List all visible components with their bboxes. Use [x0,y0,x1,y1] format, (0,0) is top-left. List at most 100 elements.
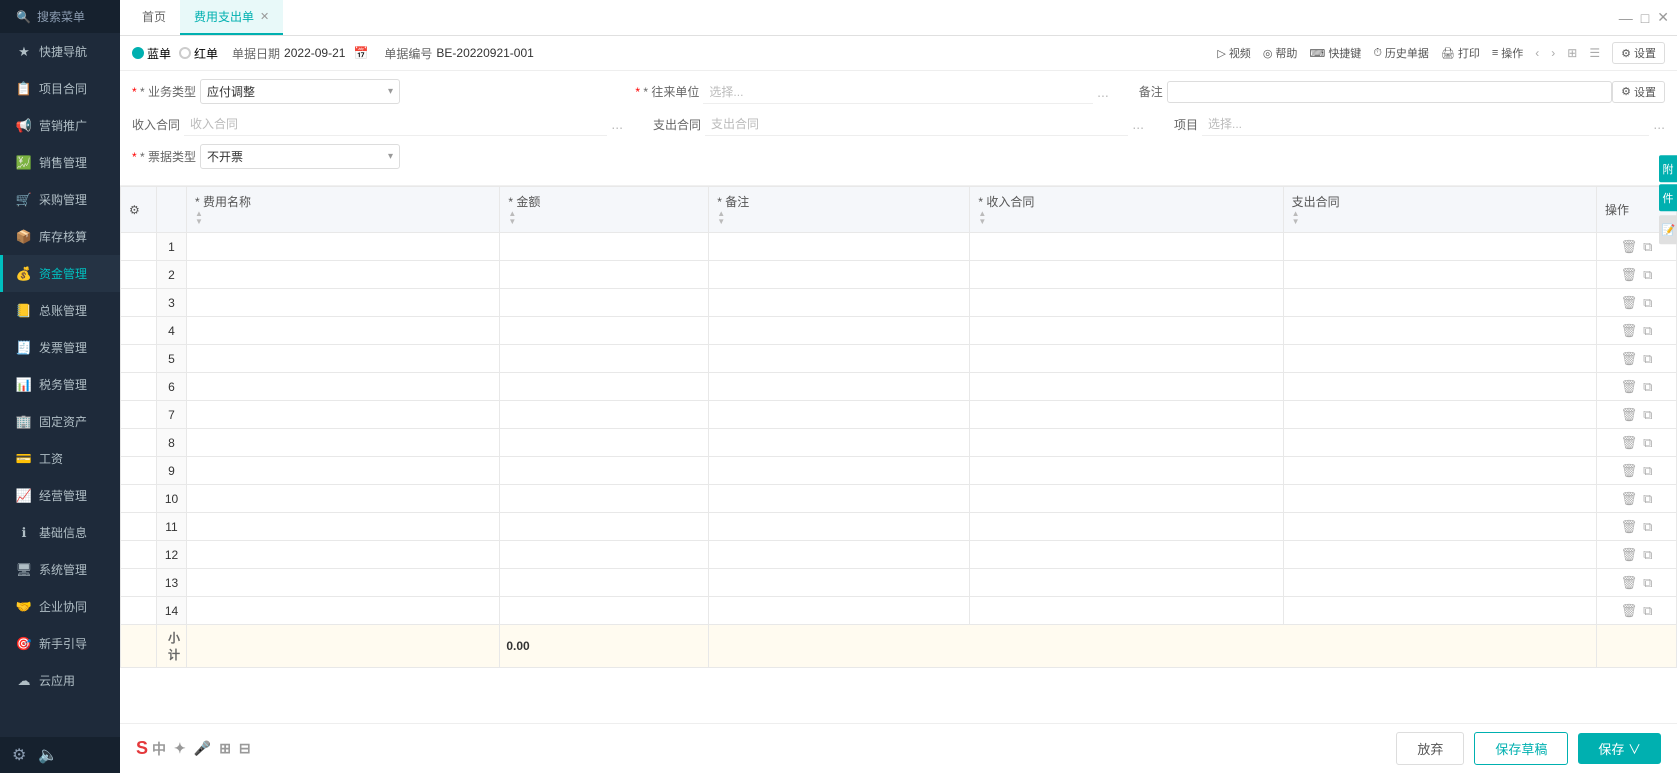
col-header-income[interactable]: * 收入合同 ▲▼ [970,187,1283,233]
row-delete-icon-5[interactable]: 🗑 [1621,351,1638,367]
biz-type-select[interactable]: 应付调整 ▾ [200,79,400,104]
col-header-settings[interactable]: ⚙ [121,187,157,233]
row-copy-icon-8[interactable]: ⧉ [1643,435,1652,451]
partner-input[interactable]: 选择... [703,80,1093,104]
sidebar-item-cloud-app[interactable]: ☁ 云应用 [0,662,120,699]
row-expense-7[interactable] [1283,401,1596,429]
row-expense-12[interactable] [1283,541,1596,569]
col-income-sort[interactable]: ▲▼ [978,210,1274,226]
row-name-4[interactable] [187,317,500,345]
row-copy-icon-1[interactable]: ⧉ [1643,239,1652,255]
row-copy-icon-3[interactable]: ⧉ [1643,295,1652,311]
row-income-12[interactable] [970,541,1283,569]
sidebar-item-tax[interactable]: 📊 税务管理 [0,366,120,403]
row-copy-icon-12[interactable]: ⧉ [1643,547,1652,563]
row-name-10[interactable] [187,485,500,513]
print-btn[interactable]: 🖨 打印 [1441,45,1480,61]
row-note-12[interactable] [709,541,970,569]
sidebar-item-operations[interactable]: 📈 经营管理 [0,477,120,514]
sidebar-item-enterprise[interactable]: 🤝 企业协同 [0,588,120,625]
settings-icon[interactable]: ⚙ [12,745,26,765]
logo-icon-1[interactable]: 中 [152,739,166,759]
row-delete-icon-8[interactable]: 🗑 [1621,435,1638,451]
list-view-icon[interactable]: ☰ [1589,46,1600,60]
row-delete-icon-2[interactable]: 🗑 [1621,267,1638,283]
sidebar-item-sales[interactable]: 💹 销售管理 [0,144,120,181]
row-copy-icon-2[interactable]: ⧉ [1643,267,1652,283]
col-name-sort[interactable]: ▲▼ [195,210,491,226]
row-copy-icon-9[interactable]: ⧉ [1643,463,1652,479]
row-name-8[interactable] [187,429,500,457]
row-delete-icon-11[interactable]: 🗑 [1621,519,1638,535]
note-input[interactable] [1167,81,1612,103]
row-delete-icon-4[interactable]: 🗑 [1621,323,1638,339]
row-amount-8[interactable] [500,429,709,457]
sidebar-search[interactable]: 🔍 搜索菜单 [0,0,120,33]
row-income-10[interactable] [970,485,1283,513]
row-delete-icon-6[interactable]: 🗑 [1621,379,1638,395]
row-name-3[interactable] [187,289,500,317]
partner-dots[interactable]: ... [1097,84,1109,100]
col-header-amount[interactable]: * 金额 ▲▼ [500,187,709,233]
row-name-14[interactable] [187,597,500,625]
bill-type-select[interactable]: 不开票 ▾ [200,144,400,169]
col-header-name[interactable]: * 费用名称 ▲▼ [187,187,500,233]
row-expense-3[interactable] [1283,289,1596,317]
sidebar-item-payroll[interactable]: 💳 工资 [0,440,120,477]
row-expense-11[interactable] [1283,513,1596,541]
col-amount-sort[interactable]: ▲▼ [508,210,700,226]
row-income-13[interactable] [970,569,1283,597]
row-copy-icon-5[interactable]: ⧉ [1643,351,1652,367]
red-bill-radio[interactable]: 红单 [179,45,218,62]
calendar-icon[interactable]: 📅 [353,46,368,60]
row-note-11[interactable] [709,513,970,541]
row-income-14[interactable] [970,597,1283,625]
row-delete-icon-3[interactable]: 🗑 [1621,295,1638,311]
col-header-note[interactable]: * 备注 ▲▼ [709,187,970,233]
row-income-8[interactable] [970,429,1283,457]
notes-btn[interactable]: 📝 [1659,215,1677,244]
abandon-button[interactable]: 放弃 [1396,732,1464,765]
sidebar-item-system[interactable]: 🖥 系统管理 [0,551,120,588]
row-name-9[interactable] [187,457,500,485]
row-delete-icon-12[interactable]: 🗑 [1621,547,1638,563]
row-income-7[interactable] [970,401,1283,429]
grid-view-icon[interactable]: ⊞ [1567,46,1577,60]
row-amount-6[interactable] [500,373,709,401]
row-amount-1[interactable] [500,233,709,261]
row-copy-icon-6[interactable]: ⧉ [1643,379,1652,395]
tab-expense-bill[interactable]: 费用支出单✕ [180,0,283,35]
row-income-3[interactable] [970,289,1283,317]
row-note-1[interactable] [709,233,970,261]
sidebar-item-accounting[interactable]: 📒 总账管理 [0,292,120,329]
row-note-9[interactable] [709,457,970,485]
row-note-13[interactable] [709,569,970,597]
row-amount-14[interactable] [500,597,709,625]
sidebar-item-newcomer[interactable]: 🎯 新手引导 [0,625,120,662]
row-name-5[interactable] [187,345,500,373]
row-amount-13[interactable] [500,569,709,597]
tab-home[interactable]: 首页 [128,0,180,35]
income-contract-input[interactable]: 收入合同 [184,112,607,136]
row-amount-2[interactable] [500,261,709,289]
row-amount-3[interactable] [500,289,709,317]
sidebar-item-basic-info[interactable]: ℹ 基础信息 [0,514,120,551]
nav-next-icon[interactable]: › [1551,46,1555,60]
help-btn[interactable]: ◎ 帮助 [1263,45,1298,61]
row-amount-5[interactable] [500,345,709,373]
sidebar-item-marketing[interactable]: 📢 营销推广 [0,107,120,144]
row-copy-icon-7[interactable]: ⧉ [1643,407,1652,423]
expense-contract-input[interactable]: 支出合同 [705,112,1128,136]
row-delete-icon-7[interactable]: 🗑 [1621,407,1638,423]
row-copy-icon-14[interactable]: ⧉ [1643,603,1652,619]
row-amount-7[interactable] [500,401,709,429]
row-copy-icon-10[interactable]: ⧉ [1643,491,1652,507]
row-income-9[interactable] [970,457,1283,485]
form-settings-btn[interactable]: ⚙ 设置 [1612,81,1665,103]
row-income-5[interactable] [970,345,1283,373]
income-contract-dots[interactable]: ... [611,116,623,132]
row-note-4[interactable] [709,317,970,345]
row-note-2[interactable] [709,261,970,289]
row-note-10[interactable] [709,485,970,513]
row-name-6[interactable] [187,373,500,401]
